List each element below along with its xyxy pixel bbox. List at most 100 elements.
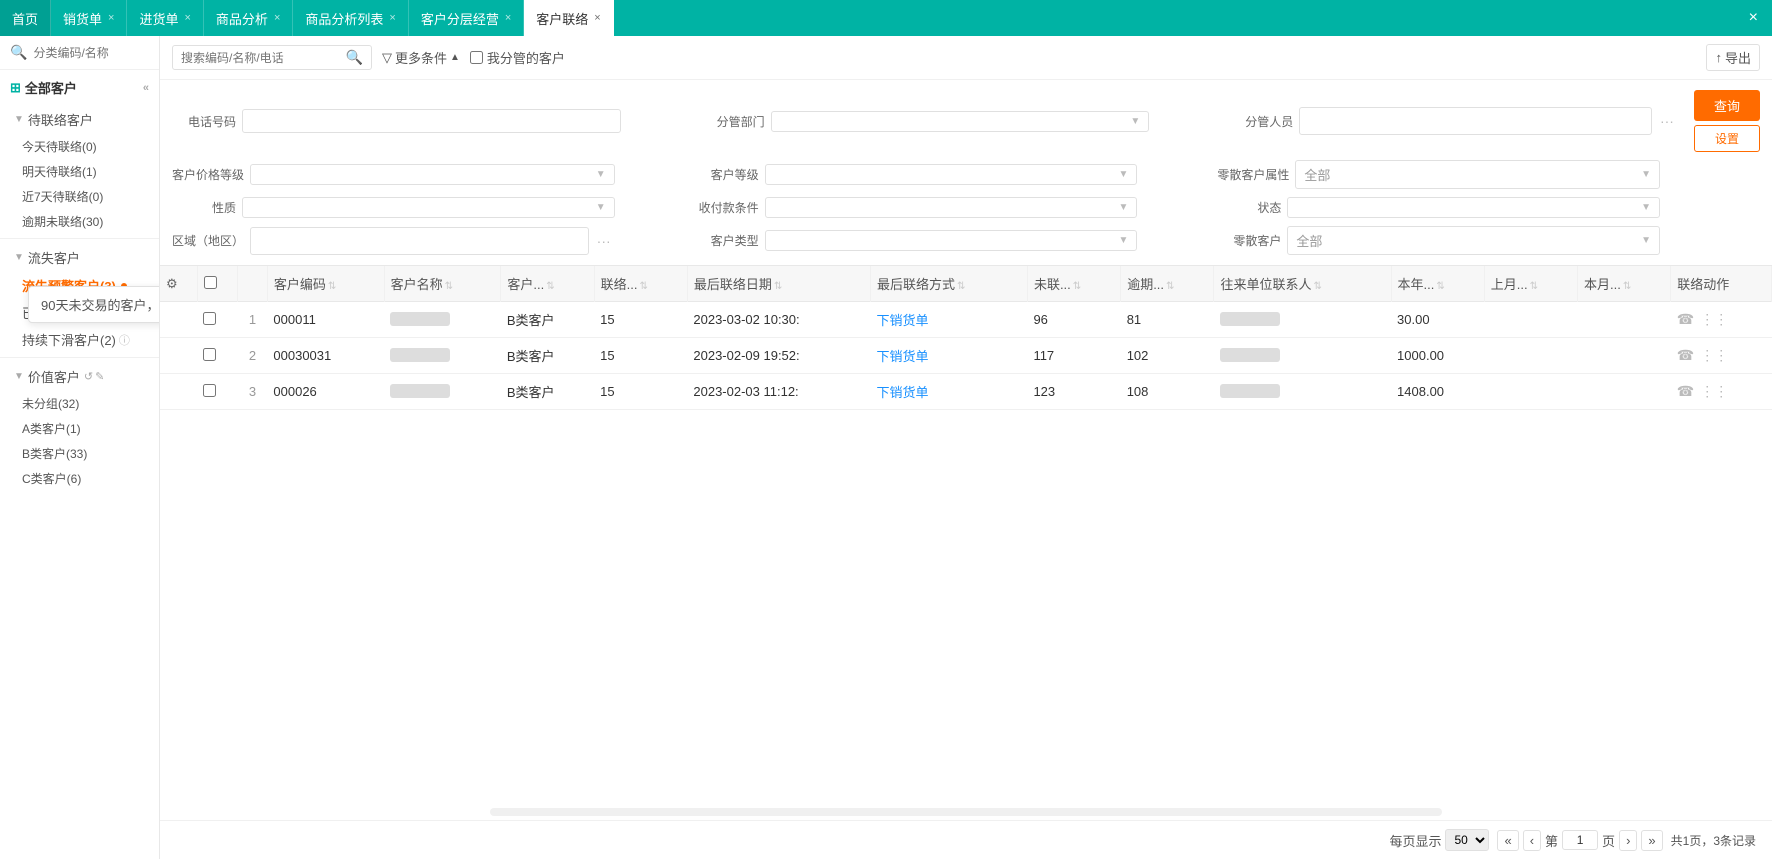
tab-customer-contact[interactable]: 客户联络 × [524, 0, 613, 36]
th-last-way[interactable]: 最后联络方式⇅ [870, 266, 1027, 302]
customer-type-dropdown-icon: ▼ [1118, 235, 1128, 246]
filter-payment-select[interactable]: ▼ [765, 197, 1138, 218]
filter-customer-grade-select[interactable]: ▼ [765, 164, 1138, 185]
sidebar-item-week-pending[interactable]: 近7天待联络(0) [0, 184, 159, 209]
filter-scatter-customer-select[interactable]: 全部 ▼ [1287, 226, 1660, 255]
row-checkbox-3[interactable] [203, 384, 216, 397]
tab-home[interactable]: 首页 [0, 0, 51, 36]
filter-scatter-attr-select[interactable]: 全部 ▼ [1295, 160, 1660, 189]
sidebar-item-tomorrow-pending[interactable]: 明天待联络(1) [0, 159, 159, 184]
filter-status-select[interactable]: ▼ [1287, 197, 1660, 218]
th-code[interactable]: 客户编码⇅ [267, 266, 384, 302]
tab-purchase[interactable]: 进货单 × [127, 0, 203, 36]
declining-info-icon[interactable]: ⓘ [119, 332, 130, 348]
sidebar-item-type-c[interactable]: C类客户(6) [0, 466, 159, 491]
value-edit-icon[interactable]: ✎ [95, 370, 104, 383]
row-checkbox-1[interactable] [203, 312, 216, 325]
th-action: 联络动作 [1671, 266, 1772, 302]
last-page-btn[interactable]: » [1641, 830, 1662, 851]
td-overdue-2: 102 [1121, 338, 1214, 374]
filter-nature-select[interactable]: ▼ [242, 197, 615, 218]
page-size-select[interactable]: 50 [1445, 829, 1489, 851]
td-last-way-3[interactable]: 下销货单 [870, 374, 1027, 410]
th-unit-contact[interactable]: 往来单位联系人⇅ [1214, 266, 1391, 302]
td-checkbox-1[interactable] [197, 302, 237, 338]
select-all-checkbox[interactable] [204, 276, 217, 289]
tab-customer-layer[interactable]: 客户分层经营 × [409, 0, 524, 36]
prev-page-btn[interactable]: ‹ [1523, 830, 1541, 851]
settings-button[interactable]: 设置 [1694, 125, 1760, 152]
th-this-month[interactable]: 本月...⇅ [1578, 266, 1671, 302]
th-last-month[interactable]: 上月...⇅ [1484, 266, 1577, 302]
close-customer-layer-tab[interactable]: × [505, 12, 511, 24]
first-page-btn[interactable]: « [1497, 830, 1518, 851]
sidebar-item-overdue[interactable]: 逾期未联络(30) [0, 209, 159, 234]
region-dots-btn[interactable]: ··· [593, 233, 615, 249]
action-phone-icon-2[interactable]: ☎ [1677, 347, 1694, 364]
th-type[interactable]: 客户...⇅ [501, 266, 594, 302]
close-goods-analysis-tab[interactable]: × [274, 12, 280, 24]
sidebar-item-declining[interactable]: 持续下滑客户(2) ⓘ [0, 326, 159, 353]
th-contact[interactable]: 联络...⇅ [594, 266, 687, 302]
sidebar-item-type-a[interactable]: A类客户(1) [0, 416, 159, 441]
more-conditions-btn[interactable]: ▽ 更多条件 ▲ [382, 48, 460, 67]
row-checkbox-2[interactable] [203, 348, 216, 361]
sidebar-item-today-pending[interactable]: 今天待联络(0) [0, 134, 159, 159]
action-phone-icon-1[interactable]: ☎ [1677, 311, 1694, 328]
action-more-icon-3[interactable]: ⋮⋮ [1700, 383, 1728, 400]
close-goods-list-tab[interactable]: × [389, 12, 395, 24]
td-checkbox-3[interactable] [197, 374, 237, 410]
action-more-icon-2[interactable]: ⋮⋮ [1700, 347, 1728, 364]
th-overdue[interactable]: 逾期...⇅ [1121, 266, 1214, 302]
close-customer-contact-tab[interactable]: × [594, 12, 600, 24]
sidebar-group-value[interactable]: ▼ 价值客户 ↺ ✎ [0, 362, 159, 391]
next-page-btn[interactable]: › [1619, 830, 1637, 851]
page-number-input[interactable] [1562, 830, 1598, 850]
filter-customer-type-select[interactable]: ▼ [765, 230, 1138, 251]
search-input[interactable] [181, 51, 341, 65]
search-icon-btn[interactable]: 🔍 [346, 49, 363, 66]
tab-sales[interactable]: 销货单 × [51, 0, 127, 36]
th-settings[interactable]: ⚙ [160, 266, 197, 302]
export-btn[interactable]: ↑ 导出 [1706, 44, 1760, 71]
sidebar-search-input[interactable] [33, 46, 160, 60]
churn-tooltip: 90天未交易的客户，可能有流失风险。 [28, 286, 160, 323]
my-customers-checkbox-input[interactable] [470, 51, 483, 64]
td-last-way-1[interactable]: 下销货单 [870, 302, 1027, 338]
table-row: 2 00030031 B类客户 15 2023-02-09 19:52: 下销货… [160, 338, 1772, 374]
sidebar-group-churn[interactable]: ▼ 流失客户 [0, 243, 159, 272]
td-last-way-2[interactable]: 下销货单 [870, 338, 1027, 374]
last-way-link-1[interactable]: 下销货单 [876, 313, 928, 328]
filter-price-grade-select[interactable]: ▼ [250, 164, 615, 185]
tab-goods-analysis[interactable]: 商品分析 × [204, 0, 293, 36]
td-num-1: 1 [238, 302, 268, 338]
value-refresh-icon[interactable]: ↺ [84, 370, 93, 383]
th-checkbox[interactable] [197, 266, 237, 302]
action-more-icon-1[interactable]: ⋮⋮ [1700, 311, 1728, 328]
sidebar-collapse-btn[interactable]: « [143, 82, 149, 94]
person-dots-btn[interactable]: ··· [1656, 113, 1678, 129]
th-name[interactable]: 客户名称⇅ [384, 266, 501, 302]
th-last-date[interactable]: 最后联络日期⇅ [687, 266, 870, 302]
sidebar-item-type-b[interactable]: B类客户(33) [0, 441, 159, 466]
sidebar-item-ungrouped[interactable]: 未分组(32) [0, 391, 159, 416]
close-all-btn[interactable]: × [1735, 9, 1772, 27]
gear-icon[interactable]: ⚙ [166, 276, 178, 291]
sidebar-group-pending[interactable]: ▼ 待联络客户 [0, 105, 159, 134]
last-way-link-2[interactable]: 下销货单 [876, 349, 928, 364]
sidebar-all-customers[interactable]: ⊞ 全部客户 « [0, 70, 159, 105]
query-button[interactable]: 查询 [1694, 90, 1760, 121]
close-sales-tab[interactable]: × [108, 12, 114, 24]
th-unl[interactable]: 未联...⇅ [1027, 266, 1120, 302]
filter-dept-select[interactable]: ▼ [771, 111, 1150, 132]
td-checkbox-2[interactable] [197, 338, 237, 374]
tab-goods-list[interactable]: 商品分析列表 × [293, 0, 408, 36]
action-phone-icon-3[interactable]: ☎ [1677, 383, 1694, 400]
horizontal-scrollbar[interactable] [490, 808, 1443, 816]
last-way-link-3[interactable]: 下销货单 [876, 385, 928, 400]
th-this-year[interactable]: 本年...⇅ [1391, 266, 1484, 302]
my-customers-checkbox[interactable]: 我分管的客户 [470, 48, 565, 67]
td-this-month-1 [1578, 302, 1671, 338]
close-purchase-tab[interactable]: × [184, 12, 190, 24]
filter-phone-input[interactable] [242, 109, 621, 133]
